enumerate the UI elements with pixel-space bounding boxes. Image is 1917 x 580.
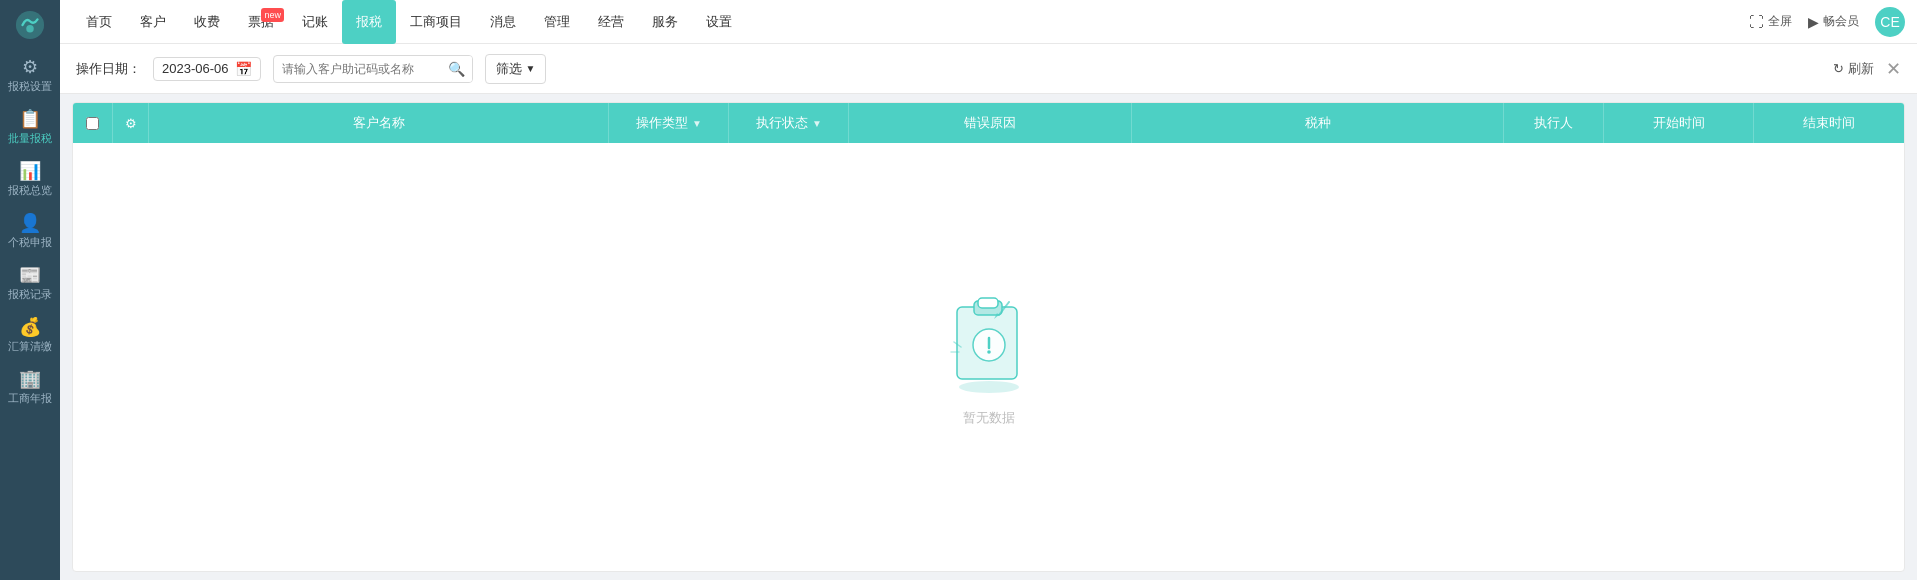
overview-icon: 📊	[19, 162, 41, 180]
nav-shoufei[interactable]: 收费	[180, 0, 234, 44]
th-checkbox[interactable]	[73, 103, 113, 143]
gear-icon: ⚙	[125, 116, 137, 131]
sidebar-item-huisuanjiaona[interactable]: 💰 汇算清缴	[0, 310, 60, 362]
date-picker[interactable]: 2023-06-06 📅	[153, 57, 261, 81]
topnav-right: ⛶ 全屏 ▶ 畅会员 CE	[1749, 7, 1905, 37]
calendar-icon: 📅	[235, 61, 252, 77]
date-label: 操作日期：	[76, 60, 141, 78]
sidebar-item-baoshuizonglan[interactable]: 📊 报税总览	[0, 154, 60, 206]
search-input[interactable]	[274, 57, 440, 81]
empty-illustration	[939, 287, 1039, 397]
record-icon: 📰	[19, 266, 41, 284]
nav-gongshangxiangmu[interactable]: 工商项目	[396, 0, 476, 44]
sidebar-item-baoshuijilu[interactable]: 📰 报税记录	[0, 258, 60, 310]
search-button[interactable]: 🔍	[440, 56, 473, 82]
th-gear[interactable]: ⚙	[113, 103, 149, 143]
sidebar-item-gesuishenbao[interactable]: 👤 个税申报	[0, 206, 60, 258]
nav-home[interactable]: 首页	[72, 0, 126, 44]
top-navigation: 首页 客户 收费 票据 new 记账 报税 工商项目 消息	[60, 0, 1917, 44]
th-start-time: 开始时间	[1604, 103, 1754, 143]
main-area: 首页 客户 收费 票据 new 记账 报税 工商项目 消息	[60, 0, 1917, 580]
toolbar: 操作日期： 2023-06-06 📅 🔍 筛选 ▼ ↻ 刷新 ✕	[60, 44, 1917, 94]
nav-guanli[interactable]: 管理	[530, 0, 584, 44]
sidebar-item-piliangbaoshui[interactable]: 📋 批量报税	[0, 102, 60, 154]
th-executor: 执行人	[1504, 103, 1604, 143]
sidebar-logo	[0, 0, 60, 50]
select-all-checkbox[interactable]	[86, 117, 99, 130]
th-execution-status[interactable]: 执行状态 ▼	[729, 103, 849, 143]
refresh-button[interactable]: ↻ 刷新	[1833, 60, 1874, 78]
table-header: ⚙ 客户名称 操作类型 ▼ 执行状态 ▼ 错误原因 税种	[73, 103, 1904, 143]
nav-xiaoxi[interactable]: 消息	[476, 0, 530, 44]
nav-jingying[interactable]: 经营	[584, 0, 638, 44]
chevron-down-icon: ▼	[526, 63, 536, 74]
personal-tax-icon: 👤	[19, 214, 41, 232]
svg-point-2	[959, 381, 1019, 393]
table-body: 暂无数据	[73, 143, 1904, 571]
video-icon: ▶	[1808, 14, 1819, 30]
filter-label: 筛选	[496, 60, 522, 78]
search-box: 🔍	[273, 55, 473, 83]
nav-customer[interactable]: 客户	[126, 0, 180, 44]
date-value: 2023-06-06	[162, 61, 229, 76]
empty-text: 暂无数据	[963, 409, 1015, 427]
avatar[interactable]: CE	[1875, 7, 1905, 37]
filter-status-icon: ▼	[812, 118, 822, 129]
member-button[interactable]: ▶ 畅会员	[1808, 13, 1859, 30]
nav-jizhang[interactable]: 记账	[288, 0, 342, 44]
nav-shezhi[interactable]: 设置	[692, 0, 746, 44]
th-customer-name: 客户名称	[149, 103, 609, 143]
new-badge: new	[261, 8, 284, 22]
svg-point-8	[987, 350, 991, 354]
svg-point-1	[26, 25, 34, 33]
filter-button[interactable]: 筛选 ▼	[485, 54, 547, 84]
batch-tax-icon: 📋	[19, 110, 41, 128]
empty-state: 暂无数据	[73, 143, 1904, 571]
nav-fuwu[interactable]: 服务	[638, 0, 692, 44]
filter-type-icon: ▼	[692, 118, 702, 129]
th-tax-type: 税种	[1132, 103, 1504, 143]
th-operation-type[interactable]: 操作类型 ▼	[609, 103, 729, 143]
fullscreen-icon: ⛶	[1749, 13, 1764, 30]
content-area: 操作日期： 2023-06-06 📅 🔍 筛选 ▼ ↻ 刷新 ✕	[60, 44, 1917, 580]
close-button[interactable]: ✕	[1886, 60, 1901, 78]
settlement-icon: 💰	[19, 318, 41, 336]
fullscreen-button[interactable]: ⛶ 全屏	[1749, 13, 1792, 30]
sidebar-item-gongshangnianBao[interactable]: 🏢 工商年报	[0, 362, 60, 414]
sidebar: ⚙ 报税设置 📋 批量报税 📊 报税总览 👤 个税申报 📰 报税记录 💰 汇算清…	[0, 0, 60, 580]
svg-rect-5	[978, 298, 998, 308]
nav-items: 首页 客户 收费 票据 new 记账 报税 工商项目 消息	[72, 0, 1749, 44]
annual-report-icon: 🏢	[19, 370, 41, 388]
sidebar-item-baoshuishezhi[interactable]: ⚙ 报税设置	[0, 50, 60, 102]
th-error-reason: 错误原因	[849, 103, 1132, 143]
th-end-time: 结束时间	[1754, 103, 1904, 143]
nav-baoshui[interactable]: 报税	[342, 0, 396, 44]
data-table: ⚙ 客户名称 操作类型 ▼ 执行状态 ▼ 错误原因 税种	[72, 102, 1905, 572]
nav-piaoju[interactable]: 票据 new	[234, 0, 288, 44]
refresh-icon: ↻	[1833, 61, 1844, 76]
settings-icon: ⚙	[22, 58, 38, 76]
